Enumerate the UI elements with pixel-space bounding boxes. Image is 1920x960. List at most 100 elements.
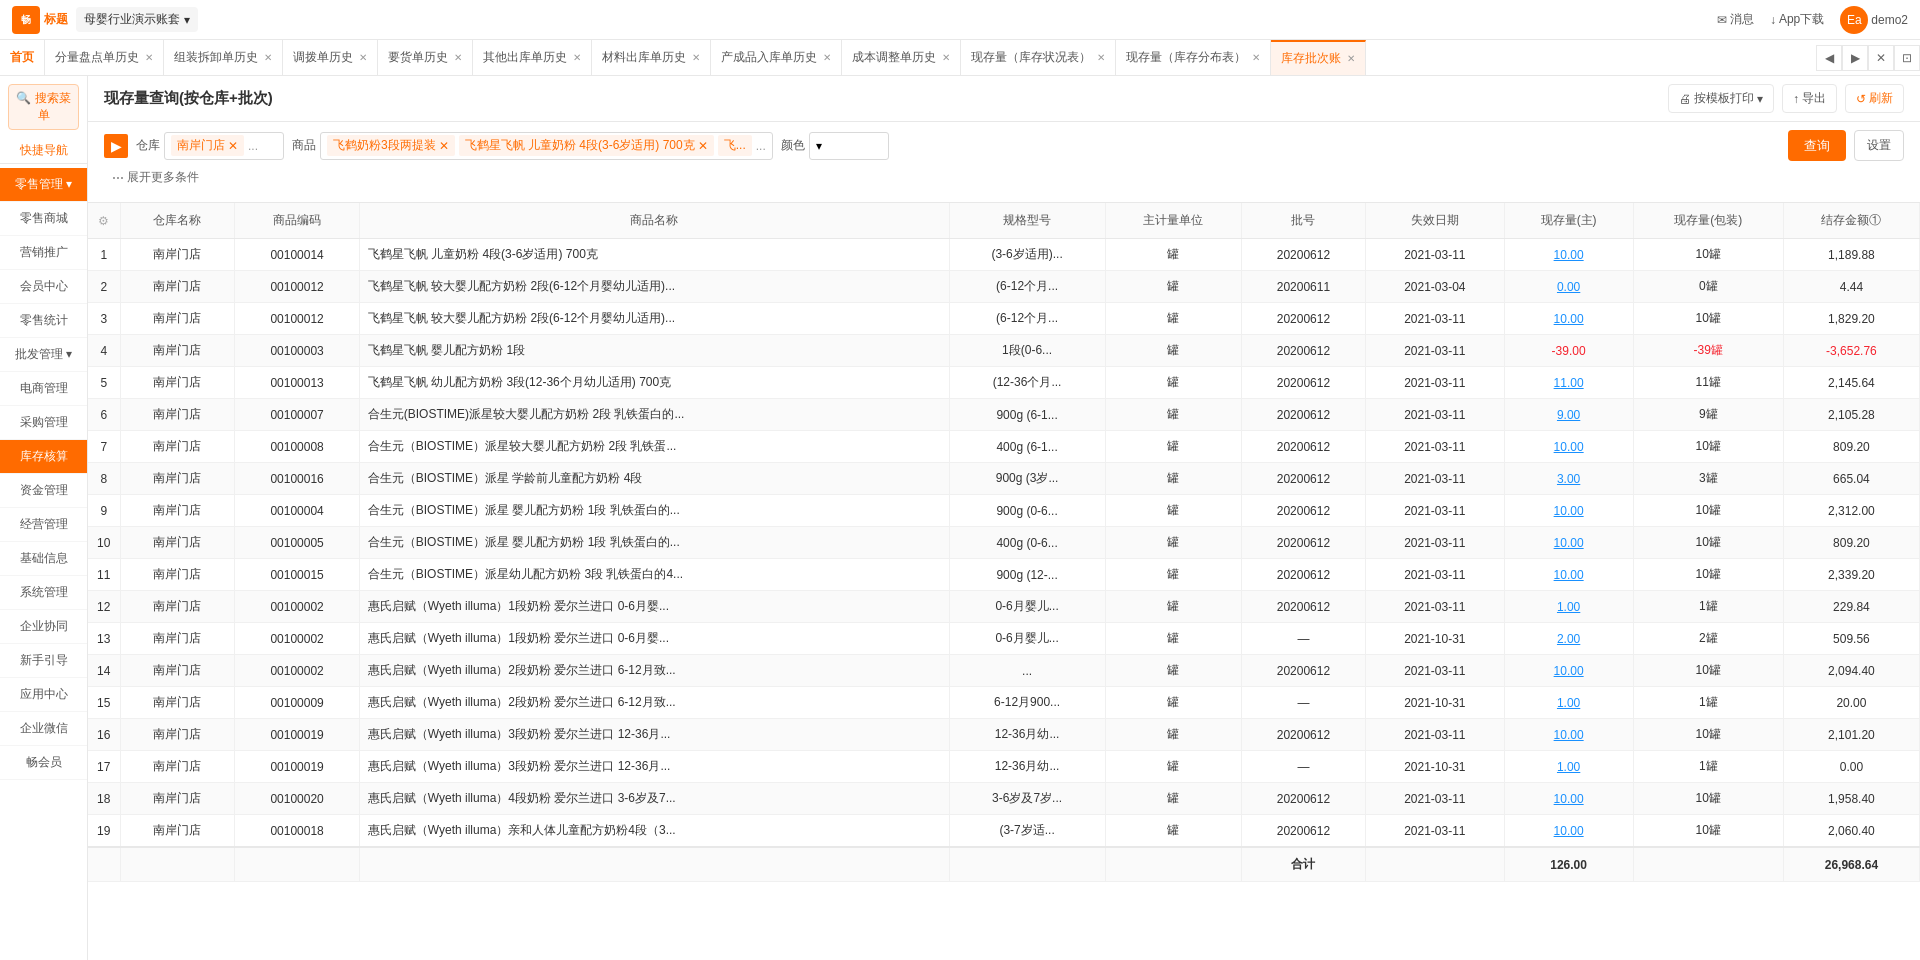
cell-qty-main[interactable]: 10.00 [1504, 559, 1633, 591]
sidebar-item-member2[interactable]: 畅会员 [0, 746, 87, 780]
workspace-selector[interactable]: 母婴行业演示账套 ▾ [76, 7, 198, 32]
cell-batch: 20200612 [1241, 783, 1365, 815]
product-label: 商品 [292, 137, 316, 154]
cell-qty-main[interactable]: 1.00 [1504, 591, 1633, 623]
tab-split-close[interactable]: ✕ [145, 52, 153, 63]
sidebar-item-purchase[interactable]: 采购管理 [0, 406, 87, 440]
search-menu-btn[interactable]: 🔍 搜索菜单 [8, 84, 79, 130]
tab-product-in[interactable]: 产成品入库单历史 ✕ [711, 40, 842, 76]
sidebar-item-operations[interactable]: 经营管理 [0, 508, 87, 542]
sidebar-item-marketing[interactable]: 营销推广 [0, 236, 87, 270]
tab-disassemble[interactable]: 组装拆卸单历史 ✕ [164, 40, 283, 76]
sidebar-item-appcenter[interactable]: 应用中心 [0, 678, 87, 712]
tab-other-out[interactable]: 其他出库单历史 ✕ [473, 40, 592, 76]
tab-close-btn[interactable]: ✕ [1868, 45, 1894, 71]
sidebar-item-inventory[interactable]: 库存核算 [0, 440, 87, 474]
tab-other-out-close[interactable]: ✕ [573, 52, 581, 63]
cell-qty-main[interactable]: 10.00 [1504, 527, 1633, 559]
page-actions: 🖨 按模板打印 ▾ ↑ 导出 ↺ 刷新 [1668, 84, 1904, 113]
filter-area: ▶ 仓库 南岸门店 ✕ ... 商品 飞鹤奶粉3段两提 [88, 122, 1920, 203]
export-btn[interactable]: ↑ 导出 [1782, 84, 1837, 113]
tab-disassemble-close[interactable]: ✕ [264, 52, 272, 63]
tab-stock-status[interactable]: 现存量（库存状况表） ✕ [961, 40, 1116, 76]
download-icon: ↓ [1770, 13, 1776, 27]
tab-material-out[interactable]: 材料出库单历史 ✕ [592, 40, 711, 76]
sidebar-item-wholesale[interactable]: 批发管理 ▾ [0, 338, 87, 372]
cell-qty-main[interactable]: 10.00 [1504, 655, 1633, 687]
sidebar-item-finance[interactable]: 资金管理 [0, 474, 87, 508]
color-input[interactable]: ▾ [809, 132, 889, 160]
cell-qty-main[interactable]: 10.00 [1504, 815, 1633, 848]
cell-qty-main[interactable]: 1.00 [1504, 751, 1633, 783]
tab-pick[interactable]: 调拨单历史 ✕ [283, 40, 378, 76]
sidebar-item-member[interactable]: 会员中心 [0, 270, 87, 304]
tab-stock-dist-close[interactable]: ✕ [1252, 52, 1260, 63]
product-tag-1-remove[interactable]: ✕ [439, 139, 449, 153]
setting-btn[interactable]: 设置 [1854, 130, 1904, 161]
cell-qty-main[interactable]: 1.00 [1504, 687, 1633, 719]
tab-cost-adj-close[interactable]: ✕ [942, 52, 950, 63]
product-tag-2-remove[interactable]: ✕ [698, 139, 708, 153]
cell-qty-main[interactable]: 11.00 [1504, 367, 1633, 399]
warehouse-remove-icon[interactable]: ✕ [228, 139, 238, 153]
message-btn[interactable]: ✉ 消息 [1717, 11, 1754, 28]
cell-qty-main[interactable]: 10.00 [1504, 719, 1633, 751]
cell-qty-main[interactable]: 2.00 [1504, 623, 1633, 655]
warehouse-input[interactable]: 南岸门店 ✕ ... [164, 132, 284, 160]
tab-stock-status-close[interactable]: ✕ [1097, 52, 1105, 63]
cell-qty-main[interactable]: 10.00 [1504, 783, 1633, 815]
sidebar-item-retail-shop[interactable]: 零售商城 [0, 202, 87, 236]
cell-qty-main[interactable]: 9.00 [1504, 399, 1633, 431]
quick-nav-btn[interactable]: 快捷导航 [0, 138, 87, 164]
cell-qty-main[interactable]: 3.00 [1504, 463, 1633, 495]
template-print-btn[interactable]: 🖨 按模板打印 ▾ [1668, 84, 1774, 113]
tab-home[interactable]: 首页 [0, 40, 45, 76]
tab-requisition[interactable]: 要货单历史 ✕ [378, 40, 473, 76]
cell-qty-main[interactable]: 10.00 [1504, 431, 1633, 463]
filter-toggle-btn[interactable]: ▶ [104, 134, 128, 158]
cell-qty-main[interactable]: 10.00 [1504, 495, 1633, 527]
tab-batch-ledger-close[interactable]: ✕ [1347, 53, 1355, 64]
tab-requisition-close[interactable]: ✕ [454, 52, 462, 63]
expand-more-btn[interactable]: ⋯ 展开更多条件 [104, 165, 1904, 190]
cell-qty-main[interactable]: 10.00 [1504, 239, 1633, 271]
product-more[interactable]: ... [756, 139, 766, 153]
sidebar-item-ecommerce[interactable]: 电商管理 [0, 372, 87, 406]
cell-unit: 罐 [1105, 751, 1241, 783]
tab-stock-dist[interactable]: 现存量（库存分布表） ✕ [1116, 40, 1271, 76]
tab-pick-close[interactable]: ✕ [359, 52, 367, 63]
tab-prev-btn[interactable]: ◀ [1816, 45, 1842, 71]
table-row: 1 南岸门店 00100014 飞鹤星飞帆 儿童奶粉 4段(3-6岁适用) 70… [88, 239, 1920, 271]
sidebar-item-guide[interactable]: 新手引导 [0, 644, 87, 678]
settings-icon[interactable]: ⚙ [98, 214, 109, 228]
sidebar-item-enterprise-label: 企业协同 [4, 618, 83, 635]
tab-split[interactable]: 分量盘点单历史 ✕ [45, 40, 164, 76]
sidebar-item-system[interactable]: 系统管理 [0, 576, 87, 610]
sidebar-item-retail-stats-label: 零售统计 [4, 312, 83, 329]
tab-batch-ledger[interactable]: 库存批次账 ✕ [1271, 40, 1366, 76]
tab-more-btn[interactable]: ⊡ [1894, 45, 1920, 71]
app-download-btn[interactable]: ↓ App下载 [1770, 11, 1824, 28]
refresh-btn[interactable]: ↺ 刷新 [1845, 84, 1904, 113]
cell-spec: (12-36个月... [949, 367, 1105, 399]
tab-cost-adj[interactable]: 成本调整单历史 ✕ [842, 40, 961, 76]
tab-product-in-close[interactable]: ✕ [823, 52, 831, 63]
tab-material-out-close[interactable]: ✕ [692, 52, 700, 63]
cell-qty-main[interactable]: 0.00 [1504, 271, 1633, 303]
sidebar-item-retail-mgmt[interactable]: 零售管理 ▾ [0, 168, 87, 202]
refresh-icon: ↺ [1856, 92, 1866, 106]
cell-qty-main[interactable]: 10.00 [1504, 303, 1633, 335]
warehouse-more[interactable]: ... [248, 139, 258, 153]
search-btn[interactable]: 查询 [1788, 130, 1846, 161]
sidebar-item-retail-shop-label: 零售商城 [4, 210, 83, 227]
col-settings[interactable]: ⚙ [88, 203, 120, 239]
table-header-row: ⚙ 仓库名称 商品编码 商品名称 规格型号 主计量单位 批号 失效日期 现存量(… [88, 203, 1920, 239]
sidebar-item-retail-stats[interactable]: 零售统计 [0, 304, 87, 338]
sidebar-item-wechat[interactable]: 企业微信 [0, 712, 87, 746]
user-area[interactable]: Ea demo2 [1840, 6, 1908, 34]
product-input[interactable]: 飞鹤奶粉3段两提装 ✕ 飞鹤星飞帆 儿童奶粉 4段(3-6岁适用) 700克 ✕… [320, 132, 773, 160]
tab-next-btn[interactable]: ▶ [1842, 45, 1868, 71]
sidebar-item-basic[interactable]: 基础信息 [0, 542, 87, 576]
sidebar-item-enterprise[interactable]: 企业协同 [0, 610, 87, 644]
cell-amount: 509.56 [1783, 623, 1919, 655]
